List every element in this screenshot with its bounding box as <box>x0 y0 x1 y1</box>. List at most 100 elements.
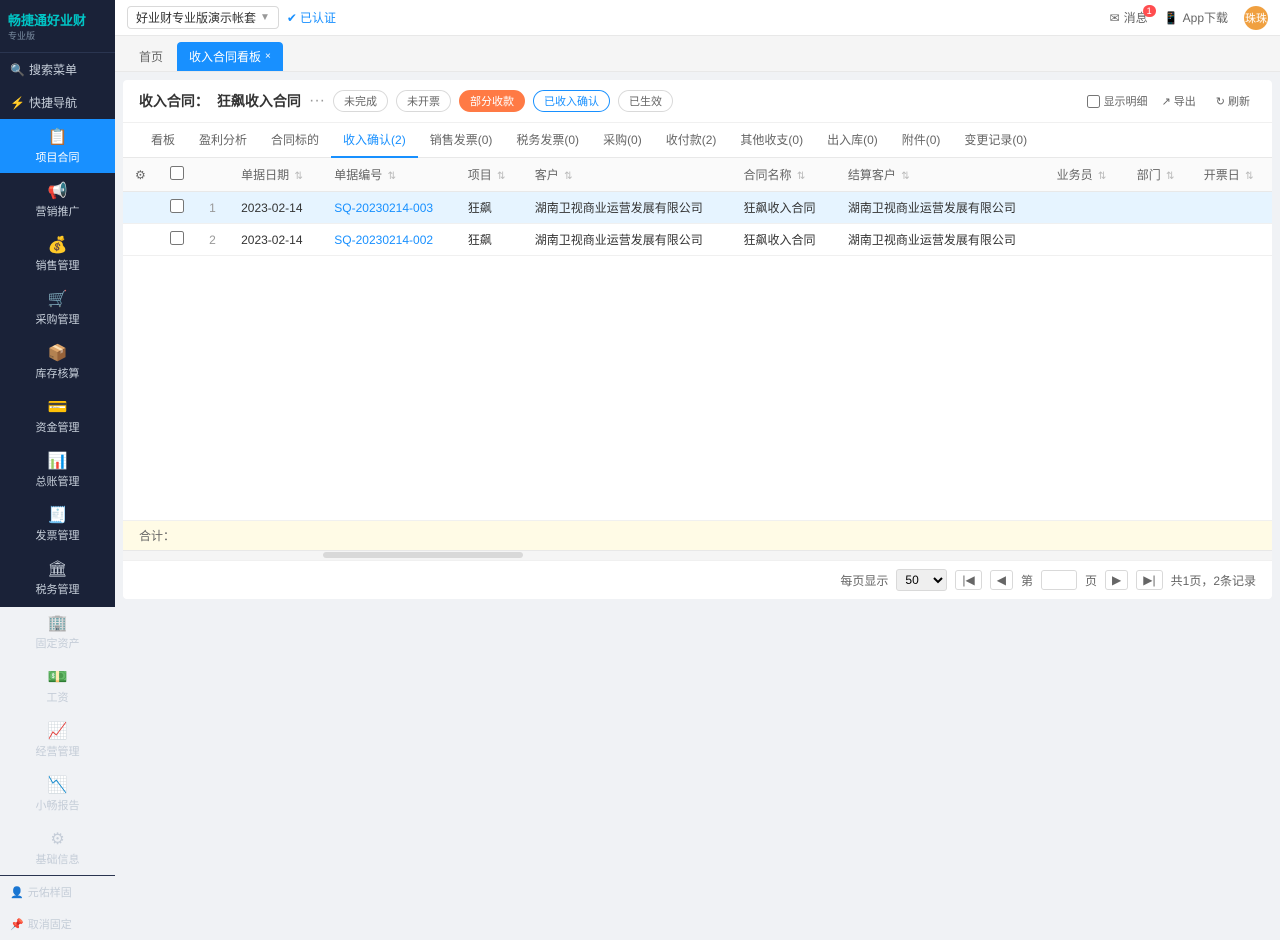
sidebar-item-6[interactable]: 📊总账管理 <box>0 443 115 497</box>
inner-tab-3[interactable]: 收入确认(2) <box>331 123 418 158</box>
topbar-left: 好业财专业版演示帐套 ▼ ✔ 已认证 <box>127 6 336 29</box>
sidebar: 畅捷通好业财 专业版 🔍 搜索菜单 ⚡ 快捷导航 📋项目合同📢营销推广💰销售管理… <box>0 0 115 607</box>
row-checkbox-1[interactable] <box>170 231 184 245</box>
sidebar-bottom-user[interactable]: 👤 元佑样固 <box>0 876 115 908</box>
sort-date-icon[interactable]: ⇅ <box>294 171 302 182</box>
sidebar-item-10[interactable]: 💵工资 <box>0 659 115 713</box>
tab-contract-label: 收入合同看板 <box>189 48 261 65</box>
show-details-toggle[interactable]: 显示明细 <box>1087 93 1148 109</box>
cell-settings <box>123 192 158 224</box>
status-uninvoiced[interactable]: 未开票 <box>396 90 451 112</box>
app-download-btn[interactable]: 📱 App下载 <box>1164 9 1228 26</box>
sidebar-item-4[interactable]: 📦库存核算 <box>0 335 115 389</box>
settings-icon[interactable]: ⚙ <box>135 168 146 182</box>
inner-tab-10[interactable]: 附件(0) <box>890 123 953 158</box>
sidebar-item-icon-10: 💵 <box>48 667 68 687</box>
logo-text: 畅捷通好业财 <box>8 10 107 29</box>
tab-close-icon[interactable]: × <box>265 51 271 62</box>
company-select[interactable]: 好业财专业版演示帐套 ▼ <box>127 6 279 29</box>
sort-dept-icon[interactable]: ⇅ <box>1166 171 1174 182</box>
scroll-inner <box>123 551 1272 559</box>
inner-tab-11[interactable]: 变更记录(0) <box>952 123 1039 158</box>
table-row[interactable]: 2 2023-02-14 SQ-20230214-002 狂飙 湖南卫视商业运营… <box>123 224 1272 256</box>
sort-salesman-icon[interactable]: ⇅ <box>1098 171 1106 182</box>
export-btn[interactable]: ↗ 导出 <box>1156 91 1202 111</box>
inner-tab-2[interactable]: 合同标的 <box>259 123 331 158</box>
sidebar-bottom-pin-label: 取消固定 <box>28 916 72 932</box>
sidebar-item-8[interactable]: 🏛税务管理 <box>0 551 115 605</box>
table-container[interactable]: ⚙ 单据日期 ⇅ 单据编号 ⇅ 项目 ⇅ 客户 ⇅ 合同名称 ⇅ 结算客户 ⇅ … <box>123 158 1272 520</box>
cell-contract-name: 狂飙收入合同 <box>732 192 836 224</box>
table-scrollbar[interactable] <box>123 550 1272 560</box>
user-icon: 👤 <box>10 886 24 899</box>
row-checkbox-0[interactable] <box>170 199 184 213</box>
tab-contract-board[interactable]: 收入合同看板 × <box>177 42 283 71</box>
next-page-btn[interactable]: ▶ <box>1105 570 1128 590</box>
sidebar-item-label-5: 资金管理 <box>36 419 80 435</box>
cell-customer: 湖南卫视商业运营发展有限公司 <box>523 224 732 256</box>
th-salesman: 业务员 ⇅ <box>1045 158 1125 192</box>
scroll-thumb[interactable] <box>323 552 523 558</box>
sidebar-quick-nav[interactable]: ⚡ 快捷导航 <box>0 86 115 119</box>
contract-prefix: 收入合同： <box>139 91 209 111</box>
per-page-select[interactable]: 50 100 200 <box>896 569 947 591</box>
status-incomplete[interactable]: 未完成 <box>333 90 388 112</box>
check-icon: ✔ <box>287 11 297 25</box>
prev-page-btn[interactable]: ◀ <box>990 570 1013 590</box>
sidebar-item-5[interactable]: 💳资金管理 <box>0 389 115 443</box>
sidebar-item-2[interactable]: 💰销售管理 <box>0 227 115 281</box>
number-link-1[interactable]: SQ-20230214-002 <box>334 233 433 247</box>
sidebar-item-1[interactable]: 📢营销推广 <box>0 173 115 227</box>
sort-settle-icon[interactable]: ⇅ <box>901 171 909 182</box>
sort-project-icon[interactable]: ⇅ <box>497 171 505 182</box>
status-effective[interactable]: 已生效 <box>618 90 673 112</box>
sort-customer-icon[interactable]: ⇅ <box>564 171 572 182</box>
sidebar-item-13[interactable]: ⚙基础信息 <box>0 821 115 875</box>
page-input[interactable]: 1 <box>1041 570 1077 590</box>
inner-tab-5[interactable]: 税务发票(0) <box>504 123 591 158</box>
sort-invoice-icon[interactable]: ⇅ <box>1245 171 1253 182</box>
inner-tab-4[interactable]: 销售发票(0) <box>418 123 505 158</box>
inner-tab-8[interactable]: 其他收支(0) <box>728 123 815 158</box>
cell-salesman <box>1045 224 1125 256</box>
sidebar-bottom-pin[interactable]: 📌 取消固定 <box>0 908 115 940</box>
first-page-btn[interactable]: |◀ <box>955 570 981 590</box>
message-btn[interactable]: ✉ 1 消息 <box>1110 9 1148 26</box>
inner-tab-6[interactable]: 采购(0) <box>591 123 654 158</box>
sidebar-item-9[interactable]: 🏢固定资产 <box>0 605 115 659</box>
sidebar-item-icon-13: ⚙ <box>50 829 64 849</box>
sidebar-item-label-4: 库存核算 <box>36 365 80 381</box>
user-menu[interactable]: 珠珠 <box>1244 6 1268 30</box>
certified-badge: ✔ 已认证 <box>287 9 336 26</box>
inner-tab-9[interactable]: 出入库(0) <box>815 123 890 158</box>
sidebar-item-icon-0: 📋 <box>48 127 68 147</box>
sidebar-bottom: 👤 元佑样固 📌 取消固定 <box>0 875 115 940</box>
sort-contract-icon[interactable]: ⇅ <box>797 171 805 182</box>
more-btn[interactable]: ··· <box>309 92 325 110</box>
sidebar-item-7[interactable]: 🧾发票管理 <box>0 497 115 551</box>
tab-home[interactable]: 首页 <box>127 42 175 71</box>
sidebar-search[interactable]: 🔍 搜索菜单 <box>0 53 115 86</box>
inner-tab-1[interactable]: 盈利分析 <box>187 123 259 158</box>
sidebar-item-icon-11: 📈 <box>48 721 68 741</box>
status-confirmed[interactable]: 已收入确认 <box>533 90 610 112</box>
sidebar-item-0[interactable]: 📋项目合同 <box>0 119 115 173</box>
inner-tab-7[interactable]: 收付款(2) <box>654 123 729 158</box>
select-all-checkbox[interactable] <box>170 166 184 180</box>
phone-icon: 📱 <box>1164 11 1179 25</box>
sidebar-item-12[interactable]: 📉小畅报告 <box>0 767 115 821</box>
cell-project: 狂飙 <box>456 224 523 256</box>
status-partial[interactable]: 部分收款 <box>459 90 525 112</box>
refresh-icon: ↻ <box>1216 95 1225 108</box>
number-link-0[interactable]: SQ-20230214-003 <box>334 201 433 215</box>
sidebar-item-3[interactable]: 🛒采购管理 <box>0 281 115 335</box>
sidebar-item-icon-6: 📊 <box>48 451 68 471</box>
sidebar-item-11[interactable]: 📈经营管理 <box>0 713 115 767</box>
last-page-btn[interactable]: ▶| <box>1136 570 1162 590</box>
refresh-btn[interactable]: ↻ 刷新 <box>1210 91 1256 111</box>
show-details-checkbox[interactable] <box>1087 95 1100 108</box>
sidebar-bottom-user-label: 元佑样固 <box>28 884 72 900</box>
inner-tab-0[interactable]: 看板 <box>139 123 187 158</box>
table-row[interactable]: 1 2023-02-14 SQ-20230214-003 狂飙 湖南卫视商业运营… <box>123 192 1272 224</box>
sort-number-icon[interactable]: ⇅ <box>388 171 396 182</box>
